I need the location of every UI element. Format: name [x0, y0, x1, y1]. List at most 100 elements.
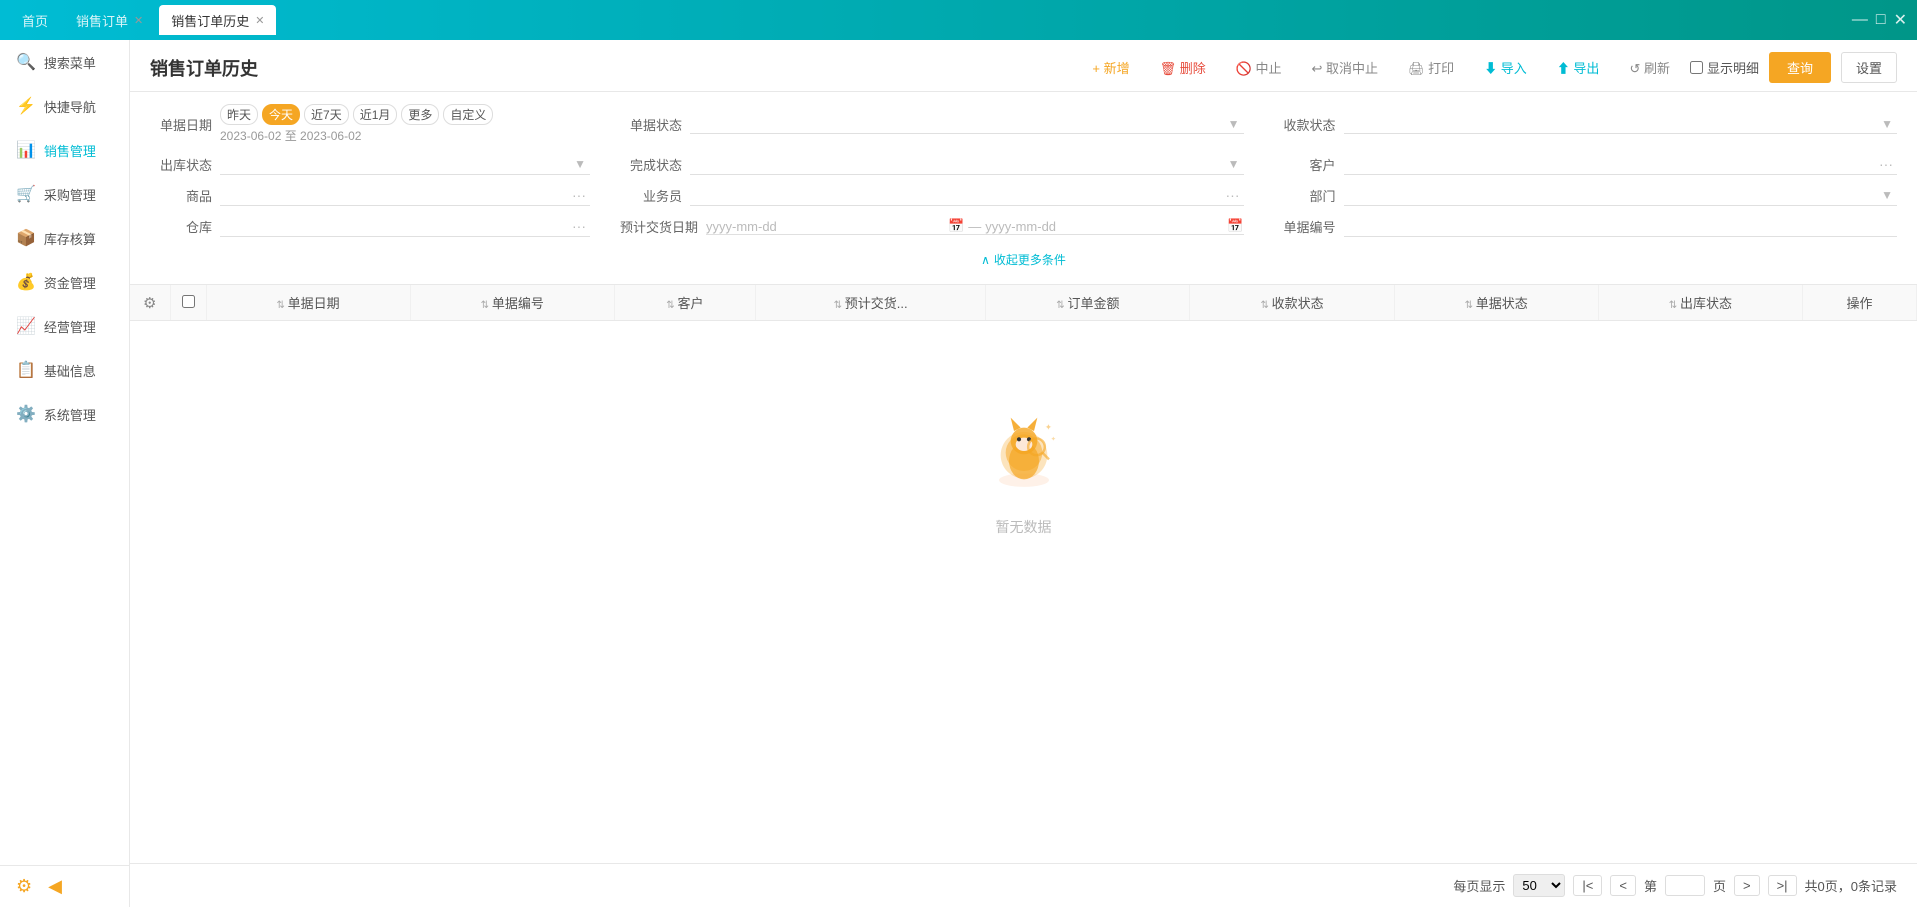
th-customer[interactable]: 客户 — [614, 285, 755, 321]
display-detail-toggle[interactable]: 显示明细 — [1690, 58, 1759, 77]
refresh-button[interactable]: ↺ 刷新 — [1619, 53, 1680, 82]
th-action: 操作 — [1802, 285, 1916, 321]
prev-page-btn[interactable]: < — [1610, 875, 1636, 896]
page-size-select[interactable]: 20 50 100 — [1513, 874, 1565, 897]
salesman-dots-icon[interactable]: ··· — [1226, 187, 1240, 203]
date-yesterday[interactable]: 昨天 — [220, 104, 258, 125]
th-amount[interactable]: 订单金额 — [986, 285, 1190, 321]
purchase-icon: 🛒 — [16, 184, 36, 204]
th-order-no[interactable]: 单据编号 — [410, 285, 614, 321]
delivery-date-end[interactable] — [985, 219, 1223, 234]
select-all-checkbox[interactable] — [182, 295, 195, 308]
goods-dots-icon[interactable]: ··· — [572, 187, 586, 203]
complete-status-chevron-icon[interactable]: ▼ — [1228, 157, 1240, 171]
sidebar-item-sales[interactable]: 📊 销售管理 — [0, 128, 129, 172]
tab-sales-order-close[interactable]: ✕ — [134, 14, 143, 27]
customer-input[interactable] — [1348, 157, 1876, 172]
delivery-date-start[interactable] — [706, 219, 944, 234]
delivery-status-input[interactable] — [224, 157, 570, 172]
tab-home[interactable]: 首页 — [10, 5, 60, 35]
filter-delivery-status-field: 出库状态 ▼ — [150, 155, 590, 175]
stop-button[interactable]: 🚫 中止 — [1226, 53, 1292, 82]
sidebar-settings-icon[interactable]: ⚙ — [16, 876, 32, 897]
department-input[interactable] — [1348, 188, 1878, 203]
page-title: 销售订单历史 — [150, 55, 258, 81]
sidebar-item-inventory-label: 库存核算 — [44, 229, 96, 248]
cancel-stop-button[interactable]: ↩ 取消中止 — [1302, 53, 1389, 82]
collapse-label: 收起更多条件 — [994, 251, 1066, 268]
th-order-status[interactable]: 单据状态 — [1394, 285, 1598, 321]
warehouse-dots-icon[interactable]: ··· — [572, 218, 586, 234]
th-payment-status[interactable]: 收款状态 — [1190, 285, 1394, 321]
th-checkbox[interactable] — [170, 285, 206, 321]
payment-status-chevron-icon[interactable]: ▼ — [1881, 117, 1893, 131]
maximize-icon[interactable]: □ — [1876, 11, 1886, 29]
sidebar-item-operations[interactable]: 📈 经营管理 — [0, 304, 129, 348]
print-button[interactable]: 🖨 打印 — [1398, 53, 1464, 82]
sidebar-item-search-menu[interactable]: 🔍 搜索菜单 — [0, 40, 129, 84]
first-page-btn[interactable]: |< — [1573, 875, 1602, 896]
sidebar-item-base[interactable]: 📋 基础信息 — [0, 348, 129, 392]
next-page-btn[interactable]: > — [1734, 875, 1760, 896]
filter-customer-field: 客户 ··· — [1244, 154, 1898, 175]
date-7days[interactable]: 近7天 — [304, 104, 349, 125]
display-detail-label: 显示明细 — [1707, 58, 1759, 77]
delivery-status-chevron-icon[interactable]: ▼ — [574, 157, 586, 171]
delete-button[interactable]: 🗑 删除 — [1150, 53, 1216, 82]
calendar-end-icon[interactable]: 📅 — [1227, 218, 1243, 234]
page-label: 页 — [1713, 876, 1726, 895]
sidebar-item-operations-label: 经营管理 — [44, 317, 96, 336]
th-delivery-status[interactable]: 出库状态 — [1598, 285, 1802, 321]
sidebar-item-finance[interactable]: 💰 资金管理 — [0, 260, 129, 304]
tab-sales-order-history[interactable]: 销售订单历史 ✕ — [159, 5, 276, 35]
gear-settings-icon[interactable]: ⚙ — [143, 295, 156, 312]
tab-sales-order-history-close[interactable]: ✕ — [255, 14, 264, 27]
complete-status-input[interactable] — [694, 157, 1224, 172]
order-status-input[interactable] — [694, 116, 1224, 131]
department-chevron-icon[interactable]: ▼ — [1881, 188, 1893, 202]
sidebar-item-quick-nav-label: 快捷导航 — [44, 97, 96, 116]
tab-sales-order[interactable]: 销售订单 ✕ — [64, 5, 155, 35]
collapse-row[interactable]: ∧ 收起更多条件 — [150, 247, 1897, 272]
date-custom[interactable]: 自定义 — [443, 104, 493, 125]
minimize-icon[interactable]: — — [1852, 11, 1868, 29]
search-menu-icon: 🔍 — [16, 52, 36, 72]
display-detail-checkbox[interactable] — [1690, 61, 1703, 74]
content-area: 销售订单历史 + 新增 🗑 删除 🚫 中止 ↩ 取消中止 🖨 打印 ⬇ 导入 ⬆… — [130, 40, 1917, 907]
th-delivery-date[interactable]: 预计交货... — [755, 285, 985, 321]
query-button[interactable]: 查询 — [1769, 52, 1831, 83]
date-today[interactable]: 今天 — [262, 104, 300, 125]
new-button[interactable]: + 新增 — [1082, 53, 1139, 82]
sidebar-item-finance-label: 资金管理 — [44, 273, 96, 292]
order-no-input[interactable] — [1348, 219, 1894, 234]
sidebar-collapse-icon[interactable]: ◀ — [48, 876, 62, 897]
topbar-right: — □ ✕ — [1852, 10, 1907, 30]
sidebar-item-purchase[interactable]: 🛒 采购管理 — [0, 172, 129, 216]
th-date[interactable]: 单据日期 — [206, 285, 410, 321]
delivery-status-wrap: ▼ — [220, 155, 590, 175]
filter-delivery-date-field: 预计交货日期 📅 — 📅 — [590, 217, 1244, 236]
topbar: 首页 销售订单 ✕ 销售订单历史 ✕ — □ ✕ — [0, 0, 1917, 40]
calendar-start-icon[interactable]: 📅 — [948, 218, 964, 234]
salesman-input[interactable] — [694, 188, 1222, 203]
date-more[interactable]: 更多 — [401, 104, 439, 125]
order-status-chevron-icon[interactable]: ▼ — [1228, 117, 1240, 131]
customer-dots-icon[interactable]: ··· — [1879, 156, 1893, 172]
sidebar-item-inventory[interactable]: 📦 库存核算 — [0, 216, 129, 260]
payment-status-input[interactable] — [1348, 116, 1878, 131]
date-1month[interactable]: 近1月 — [353, 104, 398, 125]
goods-input[interactable] — [224, 188, 568, 203]
page-num-input[interactable]: 1 — [1665, 875, 1705, 896]
th-gear[interactable]: ⚙ — [130, 285, 170, 321]
delivery-date-label: 预计交货日期 — [620, 217, 706, 236]
setting-button[interactable]: 设置 — [1841, 52, 1897, 83]
last-page-btn[interactable]: >| — [1768, 875, 1797, 896]
sidebar-item-quick-nav[interactable]: ⚡ 快捷导航 — [0, 84, 129, 128]
warehouse-input[interactable] — [224, 219, 568, 234]
department-label: 部门 — [1274, 186, 1344, 205]
sidebar-item-system[interactable]: ⚙️ 系统管理 — [0, 392, 129, 436]
import-button[interactable]: ⬇ 导入 — [1474, 53, 1537, 82]
close-window-icon[interactable]: ✕ — [1894, 10, 1907, 30]
date-separator: — — [968, 219, 981, 234]
export-button[interactable]: ⬆ 导出 — [1547, 53, 1610, 82]
